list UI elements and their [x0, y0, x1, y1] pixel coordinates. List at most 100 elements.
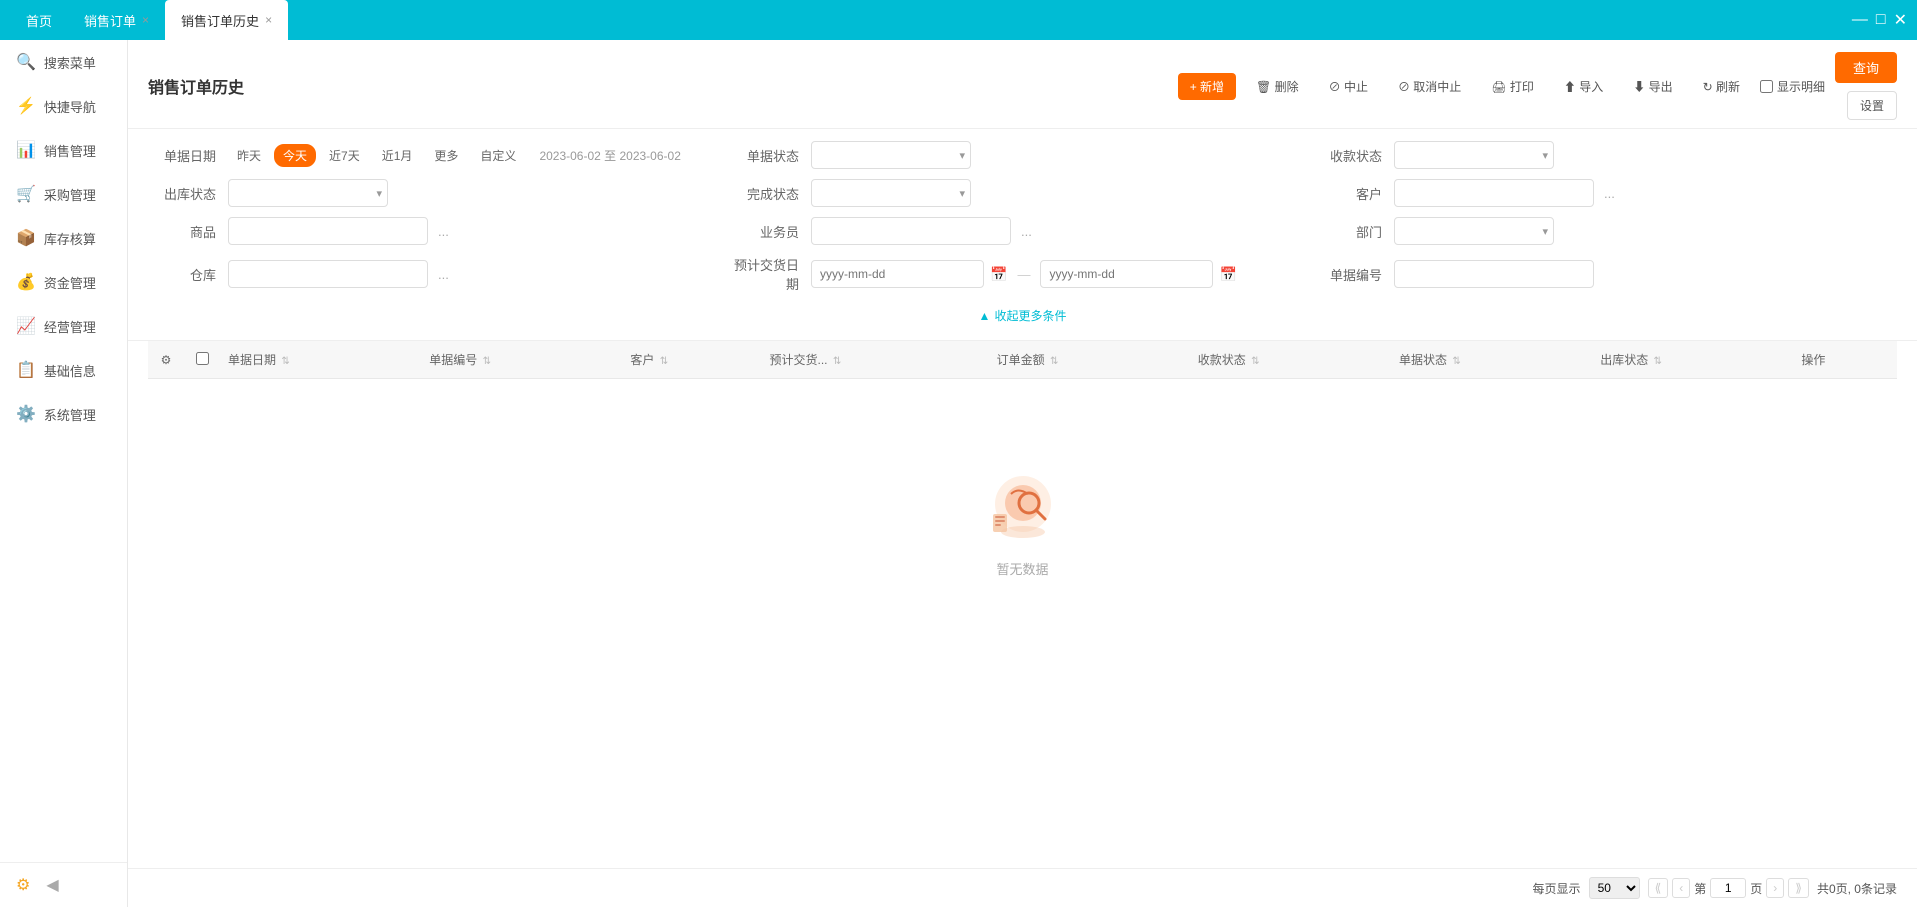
delete-button[interactable]: 🗑 删除 — [1246, 74, 1309, 99]
maximize-btn[interactable]: □ — [1876, 11, 1886, 29]
first-page-btn[interactable]: ⟪ — [1648, 878, 1669, 898]
sales-icon: 📊 — [16, 140, 36, 160]
system-icon: ⚙️ — [16, 404, 36, 424]
warehouse-label: 仓库 — [148, 265, 228, 284]
delivery-date-from[interactable] — [811, 260, 984, 288]
date-pill-more[interactable]: 更多 — [425, 144, 467, 167]
tab-sales-order-close[interactable]: × — [142, 13, 149, 27]
delivery-date-to[interactable] — [1040, 260, 1213, 288]
minimize-btn[interactable]: — — [1852, 11, 1868, 29]
filter-area: 单据日期 昨天 今天 近7天 近1月 更多 自定义 2023-06-02 至 2… — [128, 129, 1917, 341]
sort-customer-icon: ⇅ — [660, 356, 668, 367]
date-pill-today[interactable]: 今天 — [274, 144, 316, 167]
tab-bar: 首页 销售订单 × 销售订单历史 × — [10, 0, 1852, 40]
col-order-no[interactable]: 单据编号 ⇅ — [421, 341, 622, 379]
sidebar-item-ops-label: 经营管理 — [44, 317, 96, 336]
payment-status-select-wrapper — [1394, 141, 1554, 169]
prev-page-btn[interactable]: ‹ — [1672, 878, 1690, 898]
select-all-checkbox[interactable] — [196, 352, 209, 365]
delivery-date-label: 预计交货日期 — [731, 255, 811, 293]
col-customer[interactable]: 客户 ⇅ — [622, 341, 761, 379]
cancel-stop-button[interactable]: ⊘ 取消中止 — [1388, 74, 1471, 99]
warehouse-dotdot[interactable]: ... — [434, 267, 453, 282]
sidebar-item-ops[interactable]: 📈 经营管理 — [0, 304, 127, 348]
col-order-status[interactable]: 单据状态 ⇅ — [1391, 341, 1592, 379]
salesperson-input[interactable] — [811, 217, 1011, 245]
salesperson-label: 业务员 — [731, 222, 811, 241]
table-settings-col[interactable]: ⚙ — [148, 341, 184, 379]
goods-value: ... — [228, 217, 731, 245]
calendar-to-icon[interactable]: 📅 — [1219, 266, 1236, 283]
order-status-label: 单据状态 — [731, 146, 811, 165]
date-pills: 昨天 今天 近7天 近1月 更多 自定义 — [228, 144, 525, 167]
tab-sales-history[interactable]: 销售订单历史 × — [165, 0, 288, 40]
print-button[interactable]: 🖨 打印 — [1481, 74, 1544, 99]
payment-status-select[interactable] — [1394, 141, 1554, 169]
order-no-input[interactable] — [1394, 260, 1594, 288]
page-size-select[interactable]: 50 10 20 100 — [1589, 877, 1640, 899]
new-button[interactable]: + 新增 — [1178, 73, 1236, 100]
next-page-btn[interactable]: › — [1766, 878, 1784, 898]
order-status-select[interactable] — [811, 141, 971, 169]
sidebar-item-nav[interactable]: ⚡ 快捷导航 — [0, 84, 127, 128]
sidebar-item-inventory-label: 库存核算 — [44, 229, 96, 248]
toolbar: + 新增 🗑 删除 ⊘ 中止 ⊘ 取消中止 🖨 打印 ⬆ 导入 ⬇ 导出 ↻ 刷… — [1178, 52, 1897, 120]
info-icon: 📋 — [16, 360, 36, 380]
complete-status-select[interactable] — [811, 179, 971, 207]
sidebar-item-purchase[interactable]: 🛒 采购管理 — [0, 172, 127, 216]
display-detail-checkbox[interactable] — [1760, 80, 1773, 93]
page-number-input[interactable] — [1710, 878, 1746, 898]
sidebar-item-sales[interactable]: 📊 销售管理 — [0, 128, 127, 172]
date-pill-custom[interactable]: 自定义 — [471, 144, 525, 167]
date-pill-7days[interactable]: 近7天 — [320, 144, 369, 167]
salesperson-dotdot[interactable]: ... — [1017, 224, 1036, 239]
empty-illustration — [973, 459, 1073, 559]
sidebar-bottom: ⚙ ◀ — [0, 862, 127, 907]
sidebar-item-system[interactable]: ⚙️ 系统管理 — [0, 392, 127, 436]
col-warehouse-status[interactable]: 出库状态 ⇅ — [1592, 341, 1793, 379]
tab-home[interactable]: 首页 — [10, 0, 68, 40]
col-date[interactable]: 单据日期 ⇅ — [220, 341, 421, 379]
customer-label: 客户 — [1314, 184, 1394, 203]
sort-delivery-icon: ⇅ — [833, 356, 841, 367]
query-button[interactable]: 查询 — [1835, 52, 1897, 83]
import-button[interactable]: ⬆ 导入 — [1554, 74, 1613, 99]
data-table: ⚙ 单据日期 ⇅ 单据编号 ⇅ 客户 — [148, 341, 1897, 379]
search-icon: 🔍 — [16, 52, 36, 72]
sidebar-item-finance-label: 资金管理 — [44, 273, 96, 292]
sidebar-item-info[interactable]: 📋 基础信息 — [0, 348, 127, 392]
sidebar-item-finance[interactable]: 💰 资金管理 — [0, 260, 127, 304]
stop-button[interactable]: ⊘ 中止 — [1319, 74, 1378, 99]
col-payment[interactable]: 收款状态 ⇅ — [1190, 341, 1391, 379]
settings-bottom-icon[interactable]: ⚙ — [16, 875, 30, 895]
customer-input[interactable] — [1394, 179, 1594, 207]
col-amount[interactable]: 订单金额 ⇅ — [989, 341, 1190, 379]
tab-sales-order[interactable]: 销售订单 × — [68, 0, 165, 40]
window-close-btn[interactable]: ✕ — [1894, 10, 1907, 30]
table-checkbox-col[interactable] — [184, 341, 220, 379]
dept-select[interactable] — [1394, 217, 1554, 245]
calendar-from-icon[interactable]: 📅 — [990, 266, 1007, 283]
sidebar-item-inventory[interactable]: 📦 库存核算 — [0, 216, 127, 260]
warehouse-status-select[interactable] — [228, 179, 388, 207]
export-button[interactable]: ⬇ 导出 — [1623, 74, 1682, 99]
date-pill-yesterday[interactable]: 昨天 — [228, 144, 270, 167]
collapse-sidebar-icon[interactable]: ◀ — [46, 875, 58, 895]
refresh-button[interactable]: ↻ 刷新 — [1693, 74, 1750, 99]
date-pill-1month[interactable]: 近1月 — [373, 144, 422, 167]
sidebar-item-search[interactable]: 🔍 搜索菜单 — [0, 40, 127, 84]
goods-dotdot[interactable]: ... — [434, 224, 453, 239]
sidebar: 🔍 搜索菜单 ⚡ 快捷导航 📊 销售管理 🛒 采购管理 📦 库存核算 💰 资金管… — [0, 40, 128, 907]
set-button[interactable]: 设置 — [1847, 91, 1897, 120]
col-delivery[interactable]: 预计交货... ⇅ — [762, 341, 989, 379]
footer: 每页显示 50 10 20 100 ⟪ ‹ 第 页 › ⟫ 共0页, 0条记录 — [128, 868, 1917, 907]
goods-input[interactable] — [228, 217, 428, 245]
last-page-btn[interactable]: ⟫ — [1788, 878, 1809, 898]
collapse-filter-btn[interactable]: ▲ 收起更多条件 — [148, 303, 1897, 328]
customer-dotdot[interactable]: ... — [1600, 186, 1619, 201]
warehouse-input[interactable] — [228, 260, 428, 288]
display-detail-toggle[interactable]: 显示明细 — [1760, 78, 1825, 95]
tab-sales-history-close[interactable]: × — [265, 13, 272, 27]
empty-state: 暂无数据 — [148, 379, 1897, 658]
order-status-value — [811, 141, 1314, 169]
